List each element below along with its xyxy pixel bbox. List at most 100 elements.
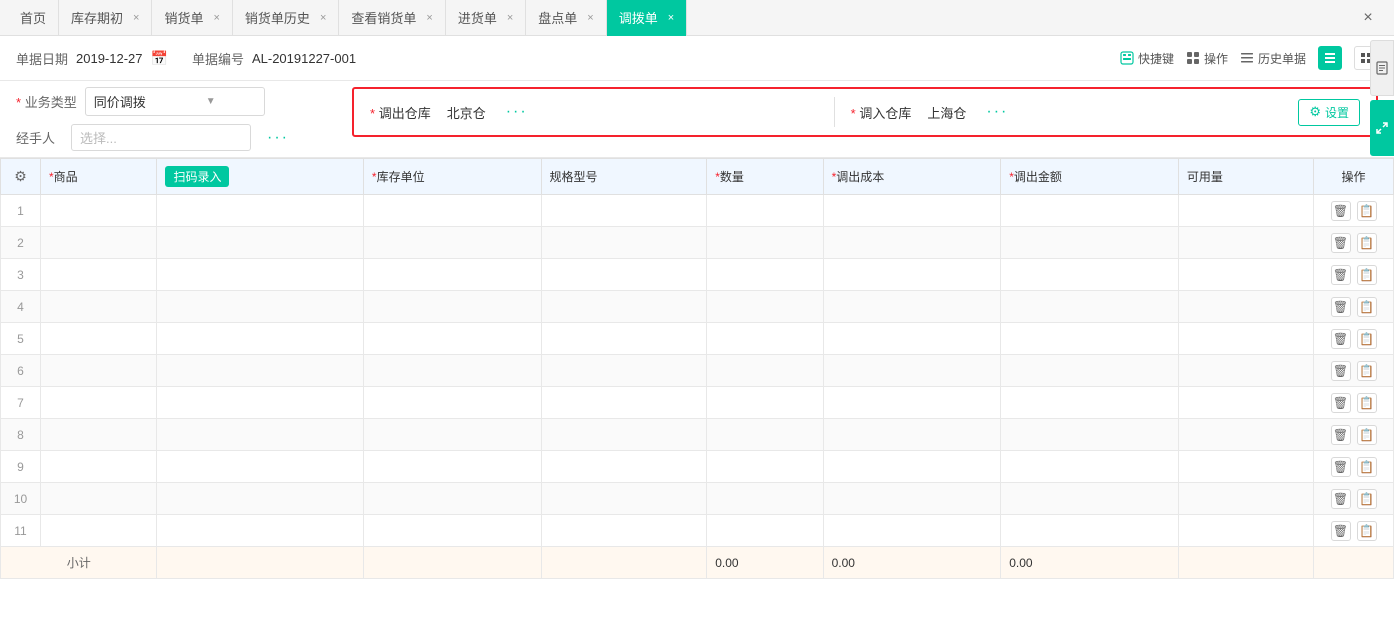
cell-scan-10[interactable] — [157, 483, 363, 515]
cell-available-11[interactable] — [1178, 515, 1313, 547]
cell-spec-11[interactable] — [541, 515, 707, 547]
cell-scan-1[interactable] — [157, 195, 363, 227]
cell-spec-7[interactable] — [541, 387, 707, 419]
cell-qty-8[interactable] — [707, 419, 823, 451]
list-view-btn[interactable] — [1318, 46, 1342, 70]
cell-goods-9[interactable] — [41, 451, 157, 483]
cell-unit-6[interactable] — [363, 355, 541, 387]
cell-amount-11[interactable] — [1001, 515, 1179, 547]
cell-amount-7[interactable] — [1001, 387, 1179, 419]
cell-qty-5[interactable] — [707, 323, 823, 355]
cell-spec-10[interactable] — [541, 483, 707, 515]
cell-scan-9[interactable] — [157, 451, 363, 483]
cell-cost-1[interactable] — [823, 195, 1001, 227]
cell-goods-2[interactable] — [41, 227, 157, 259]
out-warehouse-more-btn[interactable]: ··· — [506, 103, 528, 121]
cell-unit-8[interactable] — [363, 419, 541, 451]
cell-available-9[interactable] — [1178, 451, 1313, 483]
tab-sales-order[interactable]: 销货单 × — [152, 0, 232, 36]
cell-cost-4[interactable] — [823, 291, 1001, 323]
cell-qty-6[interactable] — [707, 355, 823, 387]
delete-icon-8[interactable]: 🗑 — [1331, 425, 1351, 445]
cell-unit-7[interactable] — [363, 387, 541, 419]
cell-goods-4[interactable] — [41, 291, 157, 323]
tab-inventory-check-close[interactable]: × — [587, 12, 593, 24]
delete-icon-9[interactable]: 🗑 — [1331, 457, 1351, 477]
copy-icon-4[interactable]: 📋 — [1357, 297, 1377, 317]
cell-available-5[interactable] — [1178, 323, 1313, 355]
cell-cost-6[interactable] — [823, 355, 1001, 387]
cell-spec-8[interactable] — [541, 419, 707, 451]
history-btn[interactable]: 历史单据 — [1240, 50, 1306, 67]
tab-inventory-init-close[interactable]: × — [133, 12, 139, 24]
tab-inventory-check[interactable]: 盘点单 × — [526, 0, 606, 36]
cell-cost-9[interactable] — [823, 451, 1001, 483]
copy-icon-3[interactable]: 📋 — [1357, 265, 1377, 285]
cell-scan-4[interactable] — [157, 291, 363, 323]
tab-view-sales[interactable]: 查看销货单 × — [339, 0, 445, 36]
side-notes-btn[interactable] — [1370, 40, 1394, 96]
cell-cost-3[interactable] — [823, 259, 1001, 291]
operation-btn[interactable]: 操作 — [1186, 50, 1228, 67]
copy-icon-9[interactable]: 📋 — [1357, 457, 1377, 477]
copy-icon-10[interactable]: 📋 — [1357, 489, 1377, 509]
cell-spec-2[interactable] — [541, 227, 707, 259]
person-more-btn[interactable]: ··· — [267, 129, 289, 147]
cell-available-10[interactable] — [1178, 483, 1313, 515]
cell-amount-6[interactable] — [1001, 355, 1179, 387]
cell-goods-3[interactable] — [41, 259, 157, 291]
cell-scan-6[interactable] — [157, 355, 363, 387]
tab-view-sales-close[interactable]: × — [426, 12, 432, 24]
copy-icon-2[interactable]: 📋 — [1357, 233, 1377, 253]
side-expand-btn[interactable] — [1370, 100, 1394, 156]
copy-icon-1[interactable]: 📋 — [1357, 201, 1377, 221]
cell-goods-1[interactable] — [41, 195, 157, 227]
cell-amount-10[interactable] — [1001, 483, 1179, 515]
delete-icon-11[interactable]: 🗑 — [1331, 521, 1351, 541]
cell-amount-3[interactable] — [1001, 259, 1179, 291]
cell-amount-4[interactable] — [1001, 291, 1179, 323]
cell-unit-11[interactable] — [363, 515, 541, 547]
cell-qty-3[interactable] — [707, 259, 823, 291]
cell-cost-8[interactable] — [823, 419, 1001, 451]
delete-icon-1[interactable]: 🗑 — [1331, 201, 1351, 221]
delete-icon-3[interactable]: 🗑 — [1331, 265, 1351, 285]
cell-unit-3[interactable] — [363, 259, 541, 291]
cell-scan-2[interactable] — [157, 227, 363, 259]
delete-icon-6[interactable]: 🗑 — [1331, 361, 1351, 381]
business-type-select[interactable]: 同价调拨 ▼ — [85, 87, 265, 116]
cell-spec-3[interactable] — [541, 259, 707, 291]
tab-purchase-order[interactable]: 进货单 × — [446, 0, 526, 36]
tab-inventory-init[interactable]: 库存期初 × — [59, 0, 152, 36]
cell-goods-7[interactable] — [41, 387, 157, 419]
cell-spec-1[interactable] — [541, 195, 707, 227]
cell-unit-2[interactable] — [363, 227, 541, 259]
cell-unit-10[interactable] — [363, 483, 541, 515]
cell-available-1[interactable] — [1178, 195, 1313, 227]
cell-spec-9[interactable] — [541, 451, 707, 483]
tab-sales-history-close[interactable]: × — [320, 12, 326, 24]
cell-available-8[interactable] — [1178, 419, 1313, 451]
cell-available-3[interactable] — [1178, 259, 1313, 291]
scan-barcode-button[interactable]: 扫码录入 — [165, 166, 229, 187]
cell-available-6[interactable] — [1178, 355, 1313, 387]
cell-scan-3[interactable] — [157, 259, 363, 291]
person-select[interactable]: 选择... — [71, 124, 251, 151]
cell-unit-1[interactable] — [363, 195, 541, 227]
copy-icon-7[interactable]: 📋 — [1357, 393, 1377, 413]
cell-available-2[interactable] — [1178, 227, 1313, 259]
copy-icon-6[interactable]: 📋 — [1357, 361, 1377, 381]
calendar-icon[interactable]: 📅 — [151, 50, 168, 67]
cell-scan-8[interactable] — [157, 419, 363, 451]
cell-cost-10[interactable] — [823, 483, 1001, 515]
cell-qty-11[interactable] — [707, 515, 823, 547]
cell-amount-2[interactable] — [1001, 227, 1179, 259]
tab-transfer-order-close[interactable]: × — [668, 12, 674, 24]
cell-unit-5[interactable] — [363, 323, 541, 355]
settings-button[interactable]: ⚙ 设置 — [1298, 99, 1360, 126]
cell-amount-1[interactable] — [1001, 195, 1179, 227]
window-close-button[interactable]: × — [1350, 0, 1386, 36]
cell-scan-5[interactable] — [157, 323, 363, 355]
cell-cost-11[interactable] — [823, 515, 1001, 547]
cell-amount-8[interactable] — [1001, 419, 1179, 451]
